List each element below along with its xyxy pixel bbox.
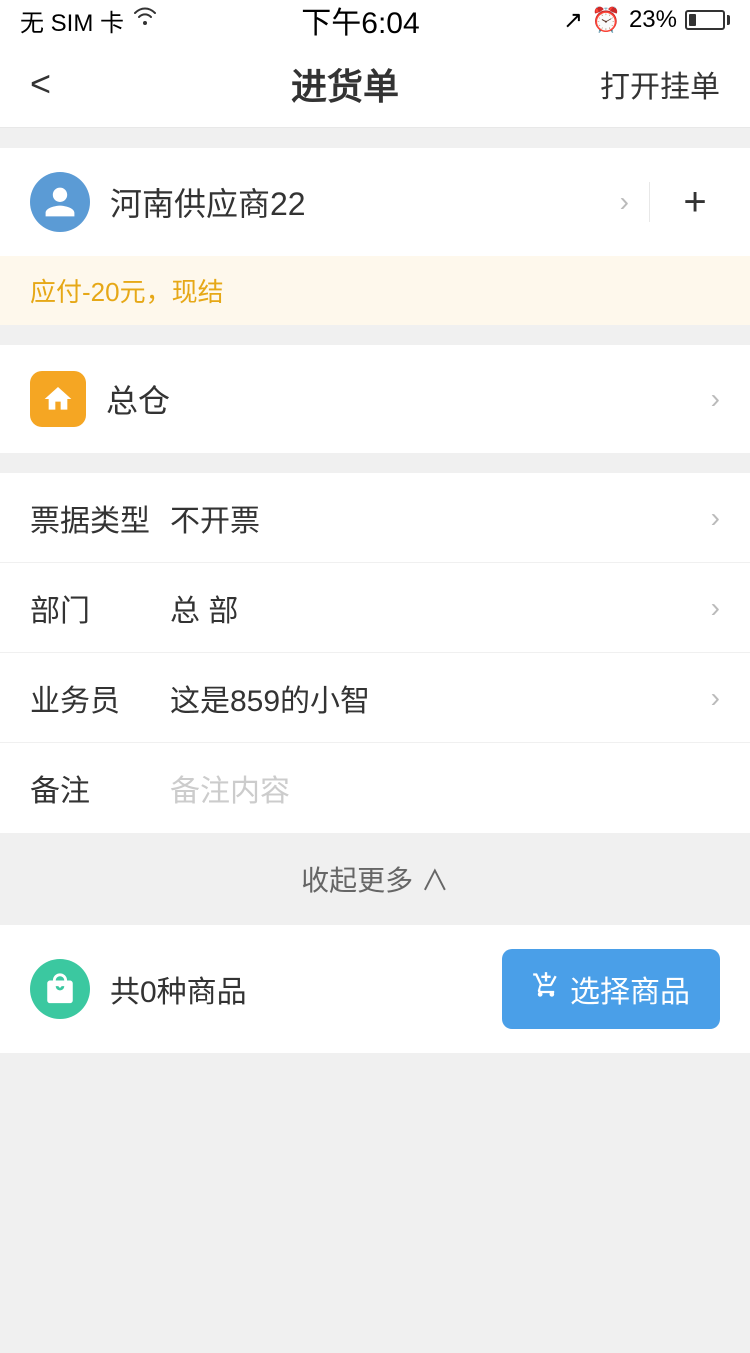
bottom-fill (0, 1053, 750, 1353)
warehouse-chevron-icon: › (711, 383, 720, 415)
home-icon (42, 383, 74, 415)
collapse-button[interactable]: 收起更多 ∧ (0, 833, 750, 925)
invoice-type-label: 票据类型 (30, 496, 170, 540)
status-time: 下午6:04 (301, 0, 419, 42)
supplier-name: 河南供应商22 (110, 179, 620, 225)
wifi-icon (132, 6, 158, 34)
select-product-label: 选择商品 (570, 967, 690, 1011)
battery-percent: 23% (629, 6, 677, 34)
department-chevron-icon: › (711, 592, 720, 624)
invoice-type-chevron-icon: › (711, 502, 720, 534)
salesperson-chevron-icon: › (711, 682, 720, 714)
remarks-label: 备注 (30, 766, 170, 810)
form-section: 票据类型 不开票 › 部门 总 部 › 业务员 这是859的小智 › 备注 备注… (0, 473, 750, 833)
warehouse-icon (30, 371, 86, 427)
invoice-type-row[interactable]: 票据类型 不开票 › (0, 473, 750, 563)
status-left: 无 SIM 卡 (20, 3, 158, 38)
supplier-section: 河南供应商22 › + (0, 148, 750, 256)
department-row[interactable]: 部门 总 部 › (0, 563, 750, 653)
person-icon (42, 184, 78, 220)
back-button[interactable]: < (30, 63, 90, 105)
warehouse-row: 总仓 › (30, 345, 720, 453)
remarks-row[interactable]: 备注 备注内容 (0, 743, 750, 833)
remarks-value: 备注内容 (170, 766, 720, 810)
supplier-divider (649, 182, 650, 222)
notice-bar: 应付-20元，现结 (0, 256, 750, 325)
status-bar: 无 SIM 卡 下午6:04 ↗ ⏰ 23% (0, 0, 750, 40)
salesperson-label: 业务员 (30, 676, 170, 720)
notice-text: 应付-20元，现结 (30, 277, 224, 307)
salesperson-row[interactable]: 业务员 这是859的小智 › (0, 653, 750, 743)
nav-bar: < 进货单 打开挂单 (0, 40, 750, 128)
cart-add-icon (532, 971, 560, 999)
product-icon (30, 959, 90, 1019)
product-count-label: 共0种商品 (110, 967, 502, 1011)
department-label: 部门 (30, 586, 170, 630)
carrier-label: 无 SIM 卡 (20, 3, 124, 38)
product-section: 共0种商品 选择商品 (0, 925, 750, 1053)
department-value: 总 部 (170, 586, 711, 630)
status-right: ↗ ⏰ 23% (563, 6, 730, 35)
warehouse-name: 总仓 (106, 376, 711, 422)
section-gap-1 (0, 128, 750, 148)
salesperson-value: 这是859的小智 (170, 676, 711, 720)
warehouse-section[interactable]: 总仓 › (0, 345, 750, 453)
page-title: 进货单 (291, 58, 399, 110)
alarm-icon: ⏰ (591, 6, 621, 35)
select-product-icon (532, 971, 560, 1007)
select-product-button[interactable]: 选择商品 (502, 949, 720, 1029)
shopping-bag-icon (43, 972, 77, 1006)
location-icon: ↗ (563, 6, 583, 35)
battery-icon (685, 10, 730, 30)
supplier-avatar (30, 172, 90, 232)
open-pending-button[interactable]: 打开挂单 (600, 62, 720, 106)
supplier-row[interactable]: 河南供应商22 › (30, 148, 629, 256)
supplier-chevron-icon: › (620, 186, 629, 218)
add-supplier-button[interactable]: + (670, 180, 720, 225)
invoice-type-value: 不开票 (170, 496, 711, 540)
